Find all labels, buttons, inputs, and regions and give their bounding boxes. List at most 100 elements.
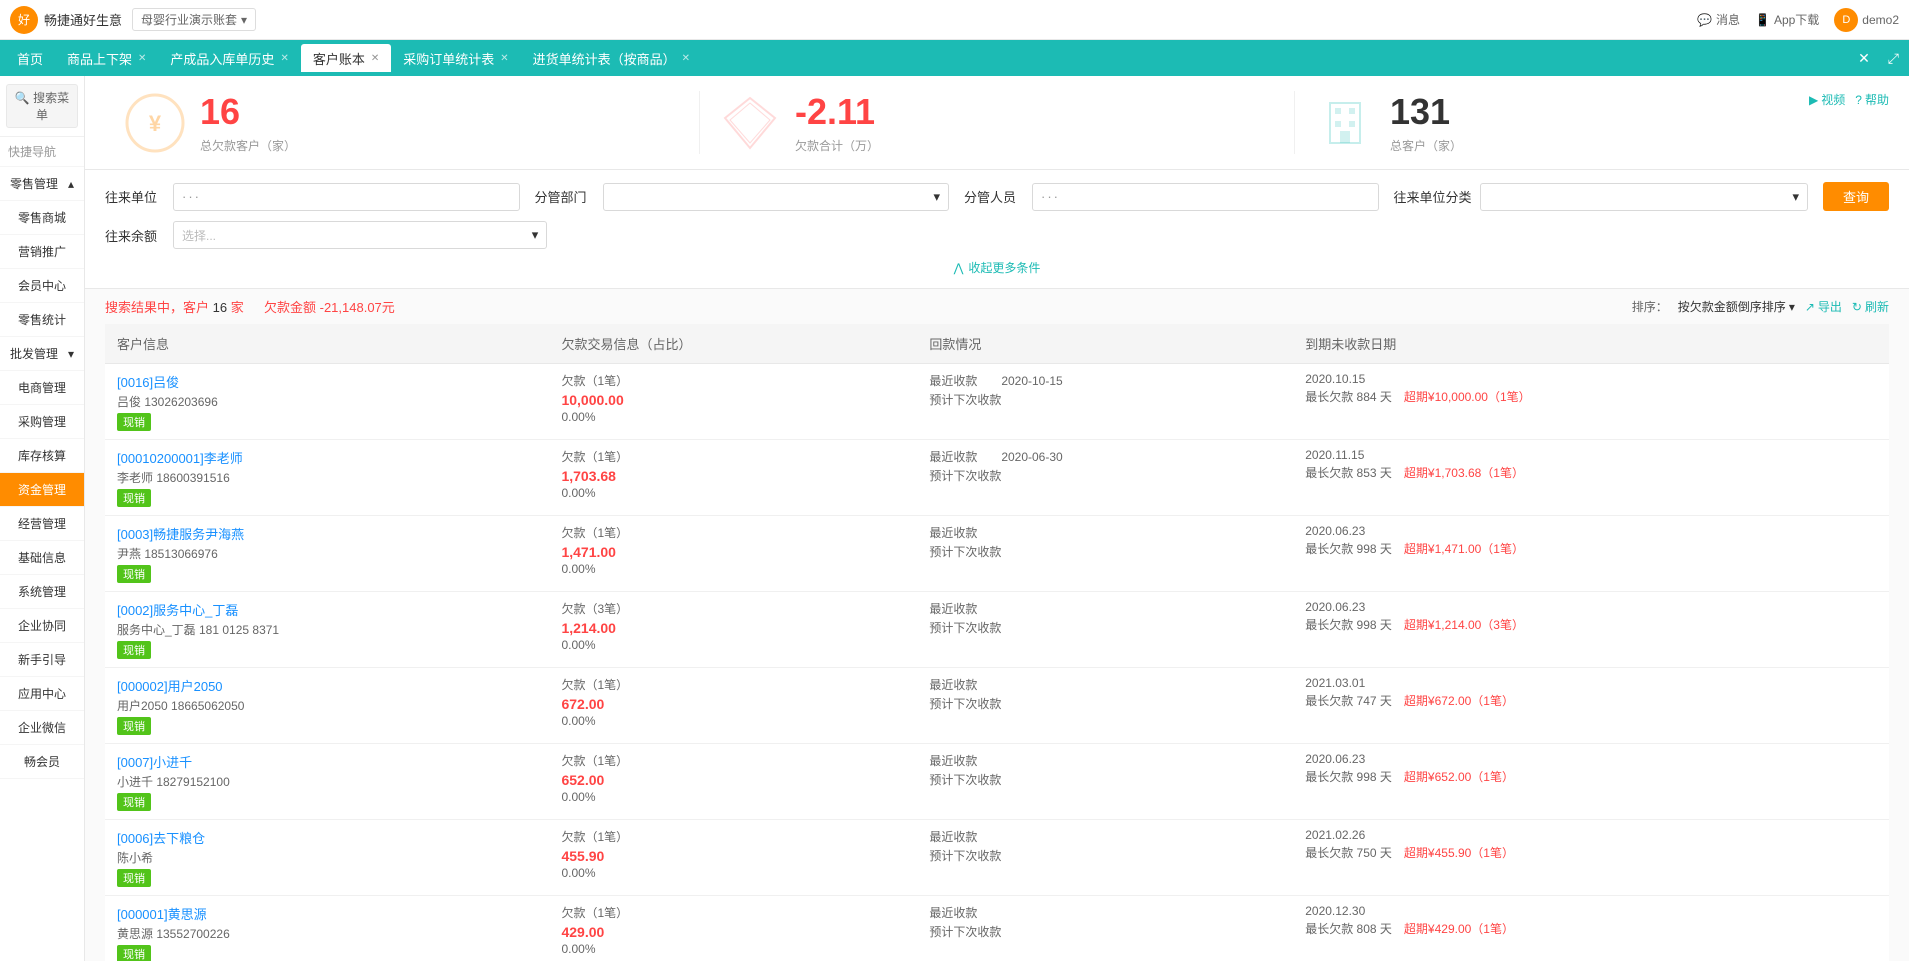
unit-category-select[interactable] [1480,183,1808,211]
tab-produce-history-close[interactable]: ✕ [280,53,288,64]
owe-amount-3[interactable]: 1,214.00 [561,620,905,636]
customer-name-2[interactable]: [0003]畅捷服务尹海燕 [117,524,537,543]
tab-produce-history[interactable]: 产成品入库单历史 ✕ [158,44,300,72]
tabs-close-all-btn[interactable]: ✕ [1853,48,1875,69]
store-selector[interactable]: 母婴行业演示账套 [132,8,256,31]
tab-home[interactable]: 首页 [5,44,55,72]
cell-customer-2: [0003]畅捷服务尹海燕 尹燕 18513066976 现销 [105,516,549,592]
help-btn[interactable]: ? 帮助 [1855,91,1889,108]
sort-select[interactable]: 按欠款金额倒序排序 [1678,298,1795,315]
sidebar-item-marketing[interactable]: 营销推广 [0,235,84,269]
overdue-link-5[interactable]: 超期¥652.00（1笔） [1404,770,1514,784]
sidebar-item-system[interactable]: 系统管理 [0,575,84,609]
stat-total-customers-info: 131 总客户（家） [1390,91,1462,154]
owe-pct-6: 0.00% [561,866,905,880]
export-label: 导出 [1818,298,1842,315]
cell-owe-1: 欠款（1笔） 1,703.68 0.00% [549,440,917,516]
collapse-bar[interactable]: ⋀ 收起更多条件 [105,259,1889,276]
sidebar-item-app-center[interactable]: 应用中心 [0,677,84,711]
sidebar-item-batch-mgmt[interactable]: 批发管理 ▾ [0,337,84,371]
sidebar-search-label: 搜索菜单 [33,91,69,122]
building-icon [1315,93,1375,153]
export-btn[interactable]: ↗ 导出 [1805,298,1842,315]
from-unit-input[interactable]: ··· [173,183,520,211]
overdue-link-0[interactable]: 超期¥10,000.00（1笔） [1404,390,1531,404]
tab-purchase-order[interactable]: 采购订单统计表 ✕ [391,44,520,72]
customer-name-4[interactable]: [000002]用户2050 [117,676,537,695]
tab-customer-account-label: 客户账本 [313,49,365,68]
recov-label-1: 最近收款 2020-06-30 [929,448,1281,465]
store-chevron-icon [241,13,247,27]
cell-due-4: 2021.03.01 最长欠款 747 天 超期¥672.00（1笔） [1293,668,1889,744]
sidebar-item-retail-mgmt[interactable]: 零售管理 ▴ [0,167,84,201]
customer-tag-0: 现销 [117,413,151,431]
person-filter: 分管人员 ··· [964,183,1379,211]
sidebar-item-member[interactable]: 会员中心 [0,269,84,303]
owe-count-2: 欠款（1笔） [561,524,905,541]
overdue-link-4[interactable]: 超期¥672.00（1笔） [1404,694,1514,708]
owe-amount-5[interactable]: 652.00 [561,772,905,788]
sidebar-item-corp-wechat[interactable]: 企业微信 [0,711,84,745]
tab-customer-account-close[interactable]: ✕ [371,53,379,64]
content-area: ¥ 16 总欠款客户（家） -2.11 欠款合计（万） [85,76,1909,961]
tab-purchase-order-label: 采购订单统计表 [403,49,494,68]
query-button[interactable]: 查询 [1823,182,1889,211]
tab-product-shelf[interactable]: 商品上下架 ✕ [55,44,158,72]
tabs-maximize-btn[interactable]: ⤢ [1883,48,1904,69]
video-btn[interactable]: ▶ 视频 [1809,91,1845,108]
sidebar-item-super-member[interactable]: 畅会员 [0,745,84,779]
person-input[interactable]: ··· [1032,183,1379,211]
overdue-link-1[interactable]: 超期¥1,703.68（1笔） [1404,466,1524,480]
customer-name-0[interactable]: [0016]吕俊 [117,372,537,391]
tab-product-shelf-close[interactable]: ✕ [138,53,146,64]
due-date-2: 2020.06.23 [1305,524,1877,538]
th-due-date: 到期未收款日期 [1293,324,1889,364]
sidebar-item-purchase[interactable]: 采购管理 [0,405,84,439]
dept-select[interactable] [603,183,950,211]
owe-amount-6[interactable]: 455.90 [561,848,905,864]
batch-mgmt-arrow-icon: ▾ [68,347,74,361]
tab-inbound-stats-close[interactable]: ✕ [682,53,690,64]
customer-phone-3: 服务中心_丁磊 181 0125 8371 [117,621,537,638]
message-btn[interactable]: 💬 消息 [1697,11,1740,28]
owe-amount-0[interactable]: 10,000.00 [561,392,905,408]
owe-amount-2[interactable]: 1,471.00 [561,544,905,560]
refresh-btn[interactable]: ↻ 刷新 [1852,298,1889,315]
owe-amount-4[interactable]: 672.00 [561,696,905,712]
sidebar-search-btn[interactable]: 🔍 搜索菜单 [6,84,78,128]
overdue-link-3[interactable]: 超期¥1,214.00（3笔） [1404,618,1524,632]
owe-amount-7[interactable]: 429.00 [561,924,905,940]
customer-name-7[interactable]: [000001]黄思源 [117,904,537,923]
dept-chevron-icon [933,189,940,205]
cell-due-2: 2020.06.23 最长欠款 998 天 超期¥1,471.00（1笔） [1293,516,1889,592]
sidebar-item-retail-mall[interactable]: 零售商城 [0,201,84,235]
sidebar-item-new-guide[interactable]: 新手引导 [0,643,84,677]
tab-purchase-order-close[interactable]: ✕ [500,53,508,64]
customer-name-5[interactable]: [0007]小进千 [117,752,537,771]
app-download-btn[interactable]: 📱 App下载 [1755,11,1819,28]
overdue-link-7[interactable]: 超期¥429.00（1笔） [1404,922,1514,936]
sidebar-item-finance[interactable]: 资金管理 [0,473,84,507]
sidebar-item-operations[interactable]: 经营管理 [0,507,84,541]
summary-owe-prefix: 欠款金额 [264,300,316,315]
cell-due-3: 2020.06.23 最长欠款 998 天 超期¥1,214.00（3笔） [1293,592,1889,668]
overdue-link-6[interactable]: 超期¥455.90（1笔） [1404,846,1514,860]
tab-inbound-stats[interactable]: 进货单统计表（按商品） ✕ [521,44,702,72]
stat-owe-amount-value: -2.11 [795,91,879,133]
customer-name-3[interactable]: [0002]服务中心_丁磊 [117,600,537,619]
stat-owe-amount-info: -2.11 欠款合计（万） [795,91,879,154]
customer-name-6[interactable]: [0006]去下粮仓 [117,828,537,847]
overdue-link-2[interactable]: 超期¥1,471.00（1笔） [1404,542,1524,556]
sidebar-item-corp-collab[interactable]: 企业协同 [0,609,84,643]
customer-name-1[interactable]: [00010200001]李老师 [117,448,537,467]
owe-amount-1[interactable]: 1,703.68 [561,468,905,484]
sidebar-item-ecommerce[interactable]: 电商管理 [0,371,84,405]
sidebar-item-inventory[interactable]: 库存核算 [0,439,84,473]
due-date-5: 2020.06.23 [1305,752,1877,766]
user-menu[interactable]: D demo2 [1834,8,1899,32]
balance-select[interactable]: 选择... [173,221,547,249]
sidebar-item-base-info[interactable]: 基础信息 [0,541,84,575]
stat-owe-customers-label: 总欠款客户（家） [200,137,296,154]
tab-customer-account[interactable]: 客户账本 ✕ [301,44,391,72]
sidebar-item-retail-stats[interactable]: 零售统计 [0,303,84,337]
